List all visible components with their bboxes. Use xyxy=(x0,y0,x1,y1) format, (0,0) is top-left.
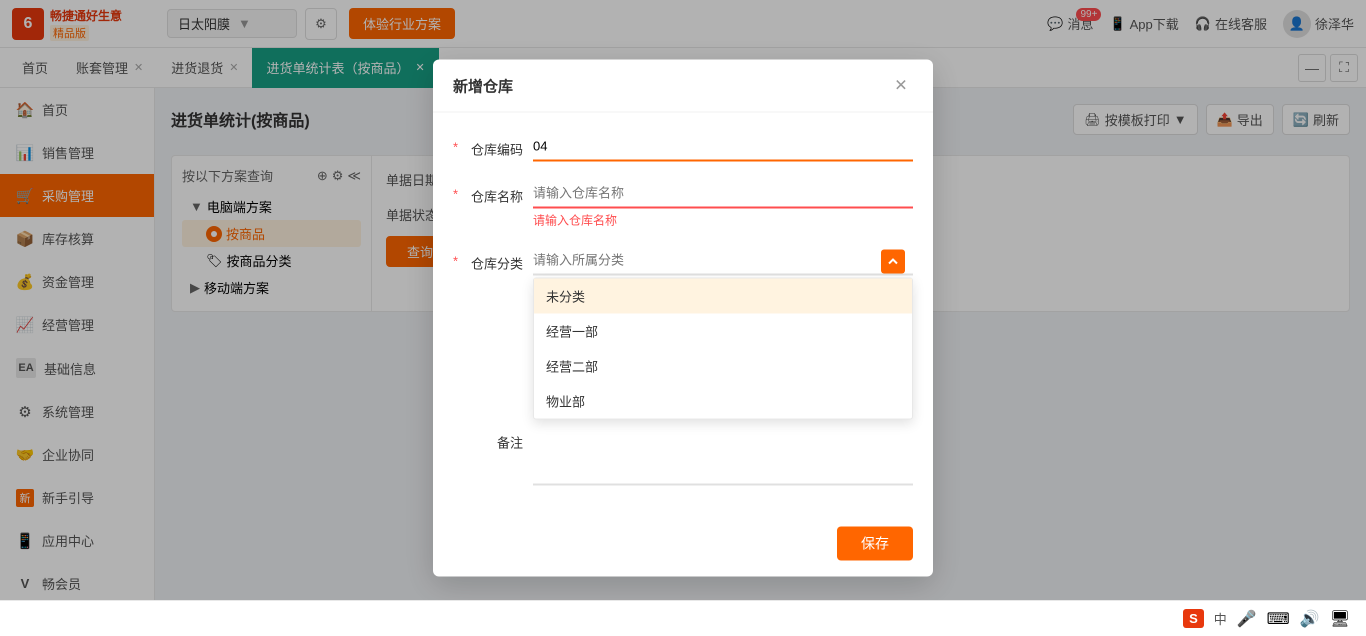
code-label: 仓库编码 xyxy=(453,133,533,159)
category-select-wrap xyxy=(533,247,913,276)
dropdown-item-property[interactable]: 物业部 xyxy=(534,384,912,419)
category-dropdown-arrow[interactable] xyxy=(881,249,905,273)
chinese-label: 中 xyxy=(1214,609,1227,628)
name-input[interactable] xyxy=(533,180,913,209)
note-textarea[interactable] xyxy=(533,426,913,486)
add-warehouse-dialog: 新增仓库 ✕ 仓库编码 仓库名称 请输入仓库名称 仓库分类 xyxy=(433,60,933,577)
dialog-footer: 保存 xyxy=(433,517,933,577)
note-control-wrap xyxy=(533,426,913,489)
s-logo: S xyxy=(1183,609,1204,628)
dropdown-item-dept2[interactable]: 经营二部 xyxy=(534,349,912,384)
dialog-header: 新增仓库 ✕ xyxy=(433,60,933,113)
dropdown-item-dept1[interactable]: 经营一部 xyxy=(534,314,912,349)
category-dropdown: 未分类 经营一部 经营二部 物业部 xyxy=(533,278,913,420)
form-row-category: 仓库分类 未分类 经营一部 xyxy=(453,247,913,276)
code-control-wrap xyxy=(533,133,913,162)
form-row-note: 备注 xyxy=(453,426,913,489)
name-error-msg: 请输入仓库名称 xyxy=(533,212,913,229)
code-input[interactable] xyxy=(533,133,913,162)
dialog-save-button[interactable]: 保存 xyxy=(837,527,913,561)
monitor-icon[interactable]: 🖥 xyxy=(1330,609,1350,629)
dropdown-item-uncategorized[interactable]: 未分类 xyxy=(534,279,912,314)
category-input[interactable] xyxy=(533,247,913,276)
category-label: 仓库分类 xyxy=(453,247,533,273)
name-label: 仓库名称 xyxy=(453,180,533,206)
dialog-body: 仓库编码 仓库名称 请输入仓库名称 仓库分类 xyxy=(433,113,933,517)
dialog-title: 新增仓库 xyxy=(453,75,513,96)
form-row-name: 仓库名称 请输入仓库名称 xyxy=(453,180,913,229)
bottom-bar: S 中 🎤 ⌨ 🔊 🖥 xyxy=(0,600,1366,636)
keyboard-icon[interactable]: ⌨ xyxy=(1267,609,1290,629)
dialog-close-button[interactable]: ✕ xyxy=(889,74,913,98)
name-control-wrap: 请输入仓库名称 xyxy=(533,180,913,229)
note-label: 备注 xyxy=(453,426,533,452)
form-row-code: 仓库编码 xyxy=(453,133,913,162)
speaker-bottom-icon[interactable]: 🔊 xyxy=(1300,609,1320,629)
mic-icon[interactable]: 🎤 xyxy=(1237,609,1257,629)
category-control-wrap: 未分类 经营一部 经营二部 物业部 xyxy=(533,247,913,276)
